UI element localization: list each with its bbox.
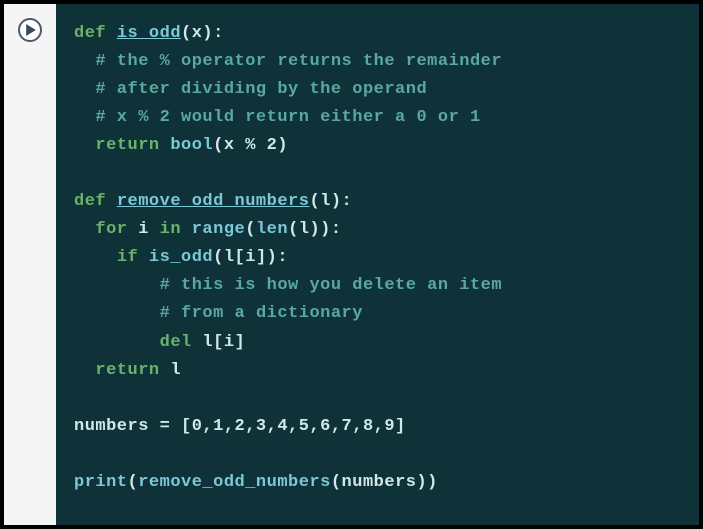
- gutter: [4, 4, 56, 525]
- code-line: numbers = [0,1,2,3,4,5,6,7,8,9]: [74, 413, 689, 441]
- code-line: # this is how you delete an item: [74, 272, 689, 300]
- code-cell[interactable]: def is_odd(x): # the % operator returns …: [56, 4, 699, 525]
- play-icon: [25, 24, 37, 36]
- code-line: return l: [74, 357, 689, 385]
- code-line: def is_odd(x):: [74, 20, 689, 48]
- run-button[interactable]: [18, 18, 42, 42]
- code-line: if is_odd(l[i]):: [74, 244, 689, 272]
- code-line: # after dividing by the operand: [74, 76, 689, 104]
- code-line: [74, 160, 689, 188]
- code-line: print(remove_odd_numbers(numbers)): [74, 469, 689, 497]
- code-line: # from a dictionary: [74, 300, 689, 328]
- code-line: [74, 441, 689, 469]
- code-line: # x % 2 would return either a 0 or 1: [74, 104, 689, 132]
- code-line: for i in range(len(l)):: [74, 216, 689, 244]
- code-line: # the % operator returns the remainder: [74, 48, 689, 76]
- code-line: def remove_odd_numbers(l):: [74, 188, 689, 216]
- code-line: del l[i]: [74, 329, 689, 357]
- code-line: [74, 385, 689, 413]
- code-line: return bool(x % 2): [74, 132, 689, 160]
- text-cursor: i: [331, 104, 342, 132]
